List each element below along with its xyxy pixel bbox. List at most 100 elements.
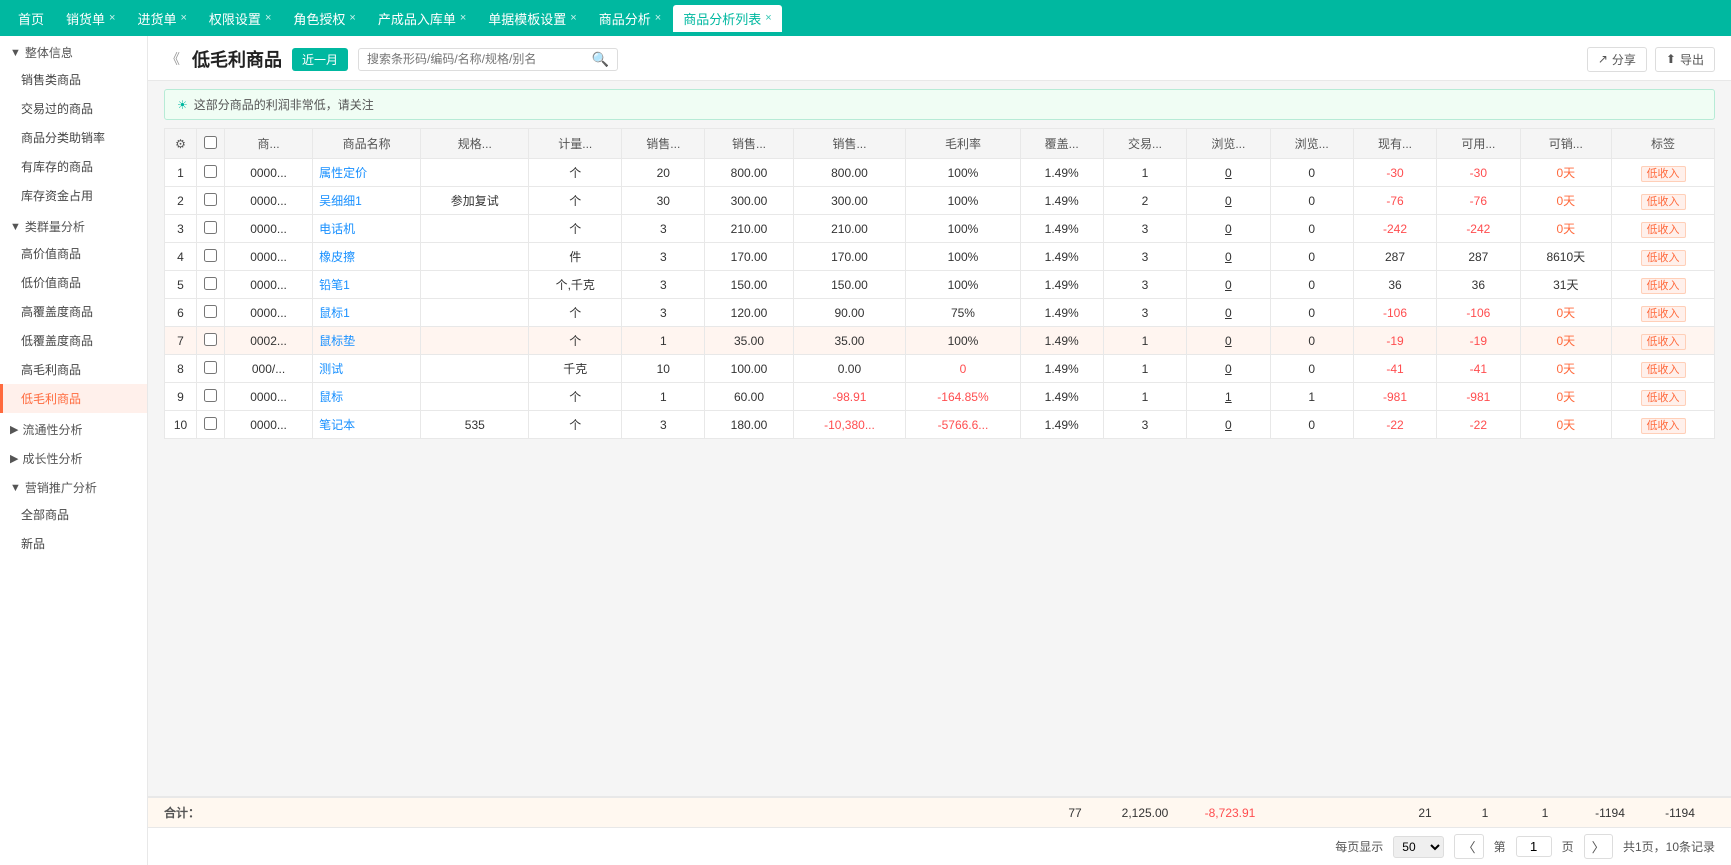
- nav-permission[interactable]: 权限设置×: [199, 5, 281, 32]
- nav-close-product-analysis[interactable]: ×: [655, 12, 661, 24]
- row-view1[interactable]: 0: [1187, 243, 1270, 271]
- row-checkbox-cell[interactable]: [197, 187, 225, 215]
- page-number-input[interactable]: [1516, 836, 1552, 857]
- row-name[interactable]: 笔记本: [313, 411, 421, 439]
- nav-close-permission[interactable]: ×: [265, 12, 271, 24]
- nav-close-analysis-list[interactable]: ×: [765, 12, 771, 24]
- row-checkbox-cell[interactable]: [197, 159, 225, 187]
- row-checkbox[interactable]: [204, 249, 217, 262]
- nav-home[interactable]: 首页: [8, 5, 54, 32]
- search-box[interactable]: 🔍: [358, 48, 618, 71]
- row-view1[interactable]: 0: [1187, 411, 1270, 439]
- row-checkbox[interactable]: [204, 305, 217, 318]
- col-sales-val[interactable]: 销售...: [793, 129, 906, 159]
- col-coverage[interactable]: 覆盖...: [1020, 129, 1103, 159]
- nav-template[interactable]: 单据模板设置×: [478, 5, 586, 32]
- sidebar-item-all-products[interactable]: 全部商品: [0, 500, 147, 529]
- col-days[interactable]: 可销...: [1520, 129, 1612, 159]
- row-checkbox[interactable]: [204, 389, 217, 402]
- export-button[interactable]: ⬆ 导出: [1655, 47, 1715, 72]
- sidebar-section-cluster[interactable]: ▼ 类群量分析: [0, 210, 147, 239]
- nav-product-in[interactable]: 产成品入库单×: [368, 5, 476, 32]
- row-view1[interactable]: 0: [1187, 159, 1270, 187]
- col-trade[interactable]: 交易...: [1103, 129, 1186, 159]
- row-name[interactable]: 橡皮擦: [313, 243, 421, 271]
- col-spec[interactable]: 规格...: [421, 129, 529, 159]
- nav-purchase[interactable]: 进货单×: [127, 5, 196, 32]
- sidebar-toggle-btn[interactable]: 《: [164, 47, 182, 71]
- col-stock[interactable]: 现有...: [1353, 129, 1436, 159]
- nav-close-template[interactable]: ×: [570, 12, 576, 24]
- prev-page-button[interactable]: 〈: [1454, 834, 1483, 859]
- row-checkbox-cell[interactable]: [197, 411, 225, 439]
- row-checkbox-cell[interactable]: [197, 383, 225, 411]
- col-code[interactable]: 商...: [225, 129, 313, 159]
- nav-close-sales[interactable]: ×: [109, 12, 115, 24]
- row-name[interactable]: 测试: [313, 355, 421, 383]
- nav-sales[interactable]: 销货单×: [56, 5, 125, 32]
- row-name[interactable]: 电话机: [313, 215, 421, 243]
- col-price[interactable]: 销售...: [705, 129, 793, 159]
- col-tag[interactable]: 标签: [1612, 129, 1715, 159]
- col-avail[interactable]: 可用...: [1437, 129, 1520, 159]
- sidebar-item-low-margin[interactable]: 低毛利商品: [0, 384, 147, 413]
- row-checkbox-cell[interactable]: [197, 299, 225, 327]
- row-checkbox-cell[interactable]: [197, 327, 225, 355]
- row-checkbox[interactable]: [204, 277, 217, 290]
- row-view1[interactable]: 0: [1187, 187, 1270, 215]
- row-name[interactable]: 鼠标1: [313, 299, 421, 327]
- row-checkbox-cell[interactable]: [197, 243, 225, 271]
- sidebar-item-sales-products[interactable]: 销售类商品: [0, 65, 147, 94]
- row-checkbox[interactable]: [204, 417, 217, 430]
- nav-close-purchase[interactable]: ×: [180, 12, 186, 24]
- row-checkbox-cell[interactable]: [197, 271, 225, 299]
- sidebar-section-growth[interactable]: ▶ 成长性分析: [0, 442, 147, 471]
- nav-role[interactable]: 角色授权×: [283, 5, 365, 32]
- row-checkbox[interactable]: [204, 361, 217, 374]
- nav-product-analysis-list[interactable]: 商品分析列表×: [673, 5, 781, 32]
- sidebar-item-high-value[interactable]: 高价值商品: [0, 239, 147, 268]
- nav-product-analysis[interactable]: 商品分析×: [589, 5, 671, 32]
- row-name[interactable]: 铅笔1: [313, 271, 421, 299]
- nav-close-product-in[interactable]: ×: [460, 12, 466, 24]
- row-view1[interactable]: 0: [1187, 299, 1270, 327]
- row-checkbox[interactable]: [204, 193, 217, 206]
- row-view1[interactable]: 1: [1187, 383, 1270, 411]
- sidebar-item-in-stock[interactable]: 有库存的商品: [0, 152, 147, 181]
- row-checkbox[interactable]: [204, 333, 217, 346]
- sidebar-item-category-rate[interactable]: 商品分类助销率: [0, 123, 147, 152]
- col-settings[interactable]: ⚙: [165, 129, 197, 159]
- sidebar-section-marketing[interactable]: ▼ 营销推广分析: [0, 471, 147, 500]
- sidebar-item-new-products[interactable]: 新品: [0, 529, 147, 558]
- row-name[interactable]: 鼠标: [313, 383, 421, 411]
- search-input[interactable]: [367, 52, 592, 66]
- row-checkbox-cell[interactable]: [197, 355, 225, 383]
- col-checkbox[interactable]: [197, 129, 225, 159]
- sidebar-item-capital[interactable]: 库存资金占用: [0, 181, 147, 210]
- col-unit[interactable]: 计量...: [529, 129, 622, 159]
- row-view1[interactable]: 0: [1187, 215, 1270, 243]
- sidebar-section-overview[interactable]: ▼ 整体信息: [0, 36, 147, 65]
- filter-period-button[interactable]: 近一月: [292, 48, 348, 71]
- per-page-select[interactable]: 50 20 100: [1393, 836, 1444, 858]
- row-name[interactable]: 属性定价: [313, 159, 421, 187]
- sidebar-item-traded-products[interactable]: 交易过的商品: [0, 94, 147, 123]
- row-name[interactable]: 鼠标垫: [313, 327, 421, 355]
- row-checkbox[interactable]: [204, 165, 217, 178]
- col-view1[interactable]: 浏览...: [1187, 129, 1270, 159]
- sidebar-section-flow[interactable]: ▶ 流通性分析: [0, 413, 147, 442]
- next-page-button[interactable]: 〉: [1584, 834, 1613, 859]
- sidebar-item-high-margin[interactable]: 高毛利商品: [0, 355, 147, 384]
- row-name[interactable]: 吴细细1: [313, 187, 421, 215]
- select-all-checkbox[interactable]: [204, 136, 217, 149]
- search-icon[interactable]: 🔍: [592, 51, 609, 68]
- share-button[interactable]: ↗ 分享: [1587, 47, 1647, 72]
- sidebar-item-high-coverage[interactable]: 高覆盖度商品: [0, 297, 147, 326]
- col-qty[interactable]: 销售...: [622, 129, 705, 159]
- row-checkbox-cell[interactable]: [197, 215, 225, 243]
- row-view1[interactable]: 0: [1187, 355, 1270, 383]
- col-name[interactable]: 商品名称: [313, 129, 421, 159]
- sidebar-item-low-coverage[interactable]: 低覆盖度商品: [0, 326, 147, 355]
- row-view1[interactable]: 0: [1187, 327, 1270, 355]
- sidebar-item-low-value[interactable]: 低价值商品: [0, 268, 147, 297]
